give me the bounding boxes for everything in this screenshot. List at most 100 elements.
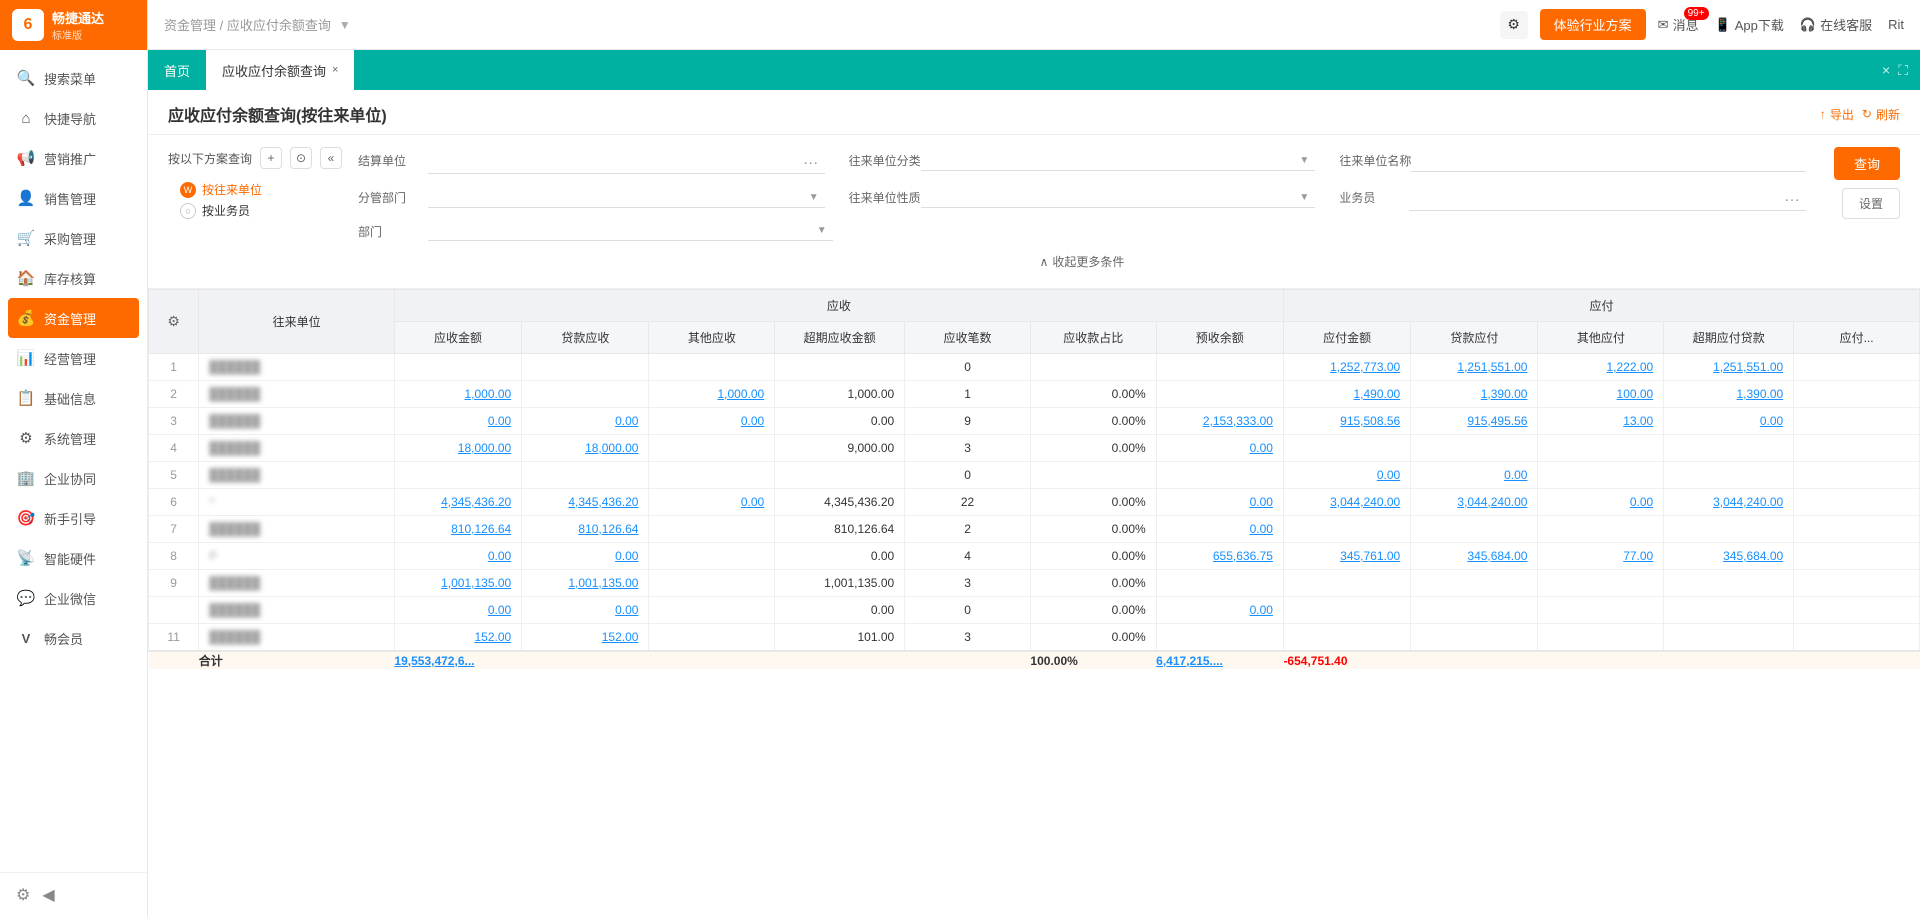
table-cell[interactable]: 345,684.00 (1411, 543, 1538, 570)
sidebar-item-marketing[interactable]: 📢 营销推广 (0, 138, 147, 178)
table-cell[interactable]: 0.00 (1411, 462, 1538, 489)
dept-select[interactable]: ▼ (428, 221, 833, 241)
table-cell[interactable]: 4,345,436.20 (522, 489, 649, 516)
table-cell[interactable]: 0.00 (1156, 597, 1283, 624)
table-cell[interactable]: 18,000.00 (394, 435, 521, 462)
sidebar-item-inventory[interactable]: 🏠 库存核算 (0, 258, 147, 298)
table-cell[interactable]: 3,044,240.00 (1664, 489, 1794, 516)
footer-receivable-amount[interactable]: 19,553,472,6... (394, 651, 521, 669)
partner-nature-select[interactable]: ▼ (921, 188, 1316, 208)
table-cell[interactable]: 0.00 (1156, 435, 1283, 462)
sidebar-item-wechat[interactable]: 💬 企业微信 (0, 578, 147, 618)
table-cell[interactable]: 0.00 (394, 597, 521, 624)
scheme-settings-button[interactable]: ⊙ (290, 147, 312, 169)
online-service-button[interactable]: 🎧 在线客服 (1800, 15, 1872, 34)
sidebar-item-purchase[interactable]: 🛒 采购管理 (0, 218, 147, 258)
table-cell[interactable]: 0.00 (1156, 516, 1283, 543)
table-cell[interactable]: 4,345,436.20 (394, 489, 521, 516)
table-cell[interactable]: 0.00 (522, 597, 649, 624)
table-cell[interactable]: 13.00 (1538, 408, 1664, 435)
table-cell[interactable]: 0.00 (1664, 408, 1794, 435)
table-cell[interactable]: 810,126.64 (522, 516, 649, 543)
tab-close-icon[interactable]: × (332, 64, 338, 76)
table-cell[interactable]: 345,684.00 (1664, 543, 1794, 570)
dept-manager-select[interactable]: ▼ (428, 188, 825, 208)
scheme-option-salesperson[interactable]: ○ 按业务员 (180, 202, 342, 219)
table-cell[interactable]: 0.00 (649, 489, 775, 516)
partner-category-select[interactable]: ▼ (921, 151, 1316, 171)
table-cell[interactable]: 345,761.00 (1283, 543, 1410, 570)
tab-receivable-query[interactable]: 应收应付余额查询 × (206, 50, 354, 90)
table-cell[interactable]: 0.00 (522, 408, 649, 435)
table-cell[interactable]: 152.00 (394, 624, 521, 652)
table-cell[interactable]: 0.00 (394, 543, 521, 570)
sidebar-item-system[interactable]: ⚙ 系统管理 (0, 418, 147, 458)
table-settings-icon[interactable]: ⚙ (167, 313, 180, 330)
table-cell[interactable]: 77.00 (1538, 543, 1664, 570)
table-cell[interactable]: 2,153,333.00 (1156, 408, 1283, 435)
table-cell[interactable]: 655,636.75 (1156, 543, 1283, 570)
table-cell[interactable]: 1,001,135.00 (522, 570, 649, 597)
table-cell: 0.00 (775, 543, 905, 570)
table-cell[interactable]: 1,000.00 (649, 381, 775, 408)
tab-home[interactable]: 首页 (148, 50, 206, 90)
table-cell[interactable]: 0.00 (1538, 489, 1664, 516)
refresh-button[interactable]: ↻ 刷新 (1862, 106, 1900, 123)
footer-settings-icon[interactable]: ⚙ (16, 885, 30, 905)
table-cell[interactable]: 0.00 (522, 543, 649, 570)
table-cell[interactable]: 18,000.00 (522, 435, 649, 462)
table-cell[interactable]: 1,000.00 (394, 381, 521, 408)
collapse-more-button[interactable]: ∧ 收起更多条件 (358, 247, 1806, 276)
sidebar-item-hardware[interactable]: 📡 智能硬件 (0, 538, 147, 578)
export-button[interactable]: ↑ 导出 (1820, 106, 1854, 123)
table-cell[interactable]: 1,490.00 (1283, 381, 1410, 408)
table-cell[interactable]: 0.00 (1156, 489, 1283, 516)
partner-name-input[interactable] (1411, 149, 1806, 172)
table-cell[interactable]: 0.00 (394, 408, 521, 435)
table-cell[interactable]: 810,126.64 (394, 516, 521, 543)
sidebar-item-basic[interactable]: 📋 基础信息 (0, 378, 147, 418)
table-cell[interactable]: 0.00 (649, 408, 775, 435)
table-cell (1156, 624, 1283, 652)
message-button[interactable]: ✉ 消息 99+ (1658, 15, 1699, 34)
table-cell (1283, 516, 1410, 543)
sidebar-item-quick[interactable]: ⌂ 快捷导航 (0, 98, 147, 138)
app-download-button[interactable]: 📱 App下载 (1715, 15, 1784, 34)
table-cell[interactable]: 915,508.56 (1283, 408, 1410, 435)
table-cell[interactable]: 3,044,240.00 (1411, 489, 1538, 516)
scheme-option-partner[interactable]: W 按往来单位 (180, 181, 342, 198)
table-cell[interactable]: 152.00 (522, 624, 649, 652)
sidebar-item-sales[interactable]: 👤 销售管理 (0, 178, 147, 218)
settlement-unit-select[interactable]: … (428, 147, 825, 174)
topbar-gear-button[interactable]: ⚙ (1500, 11, 1528, 39)
user-account[interactable]: Rit (1888, 17, 1904, 32)
sidebar-item-operation[interactable]: 📊 经营管理 (0, 338, 147, 378)
table-cell[interactable]: 915,495.56 (1411, 408, 1538, 435)
scheme-add-button[interactable]: + (260, 147, 282, 169)
table-cell[interactable]: 0.00 (1283, 462, 1410, 489)
sidebar-item-guide[interactable]: 🎯 新手引导 (0, 498, 147, 538)
table-cell[interactable]: 1,251,551.00 (1411, 354, 1538, 381)
salesperson-select[interactable]: … (1409, 184, 1806, 211)
table-cell[interactable]: 3,044,240.00 (1283, 489, 1410, 516)
sidebar-item-capital[interactable]: 💰 资金管理 (8, 298, 139, 338)
query-button[interactable]: 查询 (1834, 147, 1900, 180)
sidebar-item-member[interactable]: V 畅会员 (0, 618, 147, 658)
table-cell[interactable]: 1,390.00 (1411, 381, 1538, 408)
col-other-receivable-header: 其他应收 (649, 322, 775, 354)
table-cell[interactable]: 1,222.00 (1538, 354, 1664, 381)
sidebar-item-search[interactable]: 🔍 搜索菜单 (0, 58, 147, 98)
setting-button[interactable]: 设置 (1842, 188, 1900, 219)
table-cell[interactable]: 100.00 (1538, 381, 1664, 408)
sidebar-item-enterprise[interactable]: 🏢 企业协同 (0, 458, 147, 498)
window-close-icon[interactable]: × (1882, 62, 1890, 78)
footer-advance-balance[interactable]: 6,417,215.... (1156, 651, 1283, 669)
scheme-collapse-button[interactable]: « (320, 147, 342, 169)
industry-solution-button[interactable]: 体验行业方案 (1540, 9, 1646, 40)
fullscreen-icon[interactable]: ⛶ (1898, 62, 1908, 79)
footer-collapse-icon[interactable]: ◀ (42, 885, 54, 905)
table-cell[interactable]: 1,390.00 (1664, 381, 1794, 408)
table-cell[interactable]: 1,252,773.00 (1283, 354, 1410, 381)
table-cell[interactable]: 1,251,551.00 (1664, 354, 1794, 381)
table-cell[interactable]: 1,001,135.00 (394, 570, 521, 597)
